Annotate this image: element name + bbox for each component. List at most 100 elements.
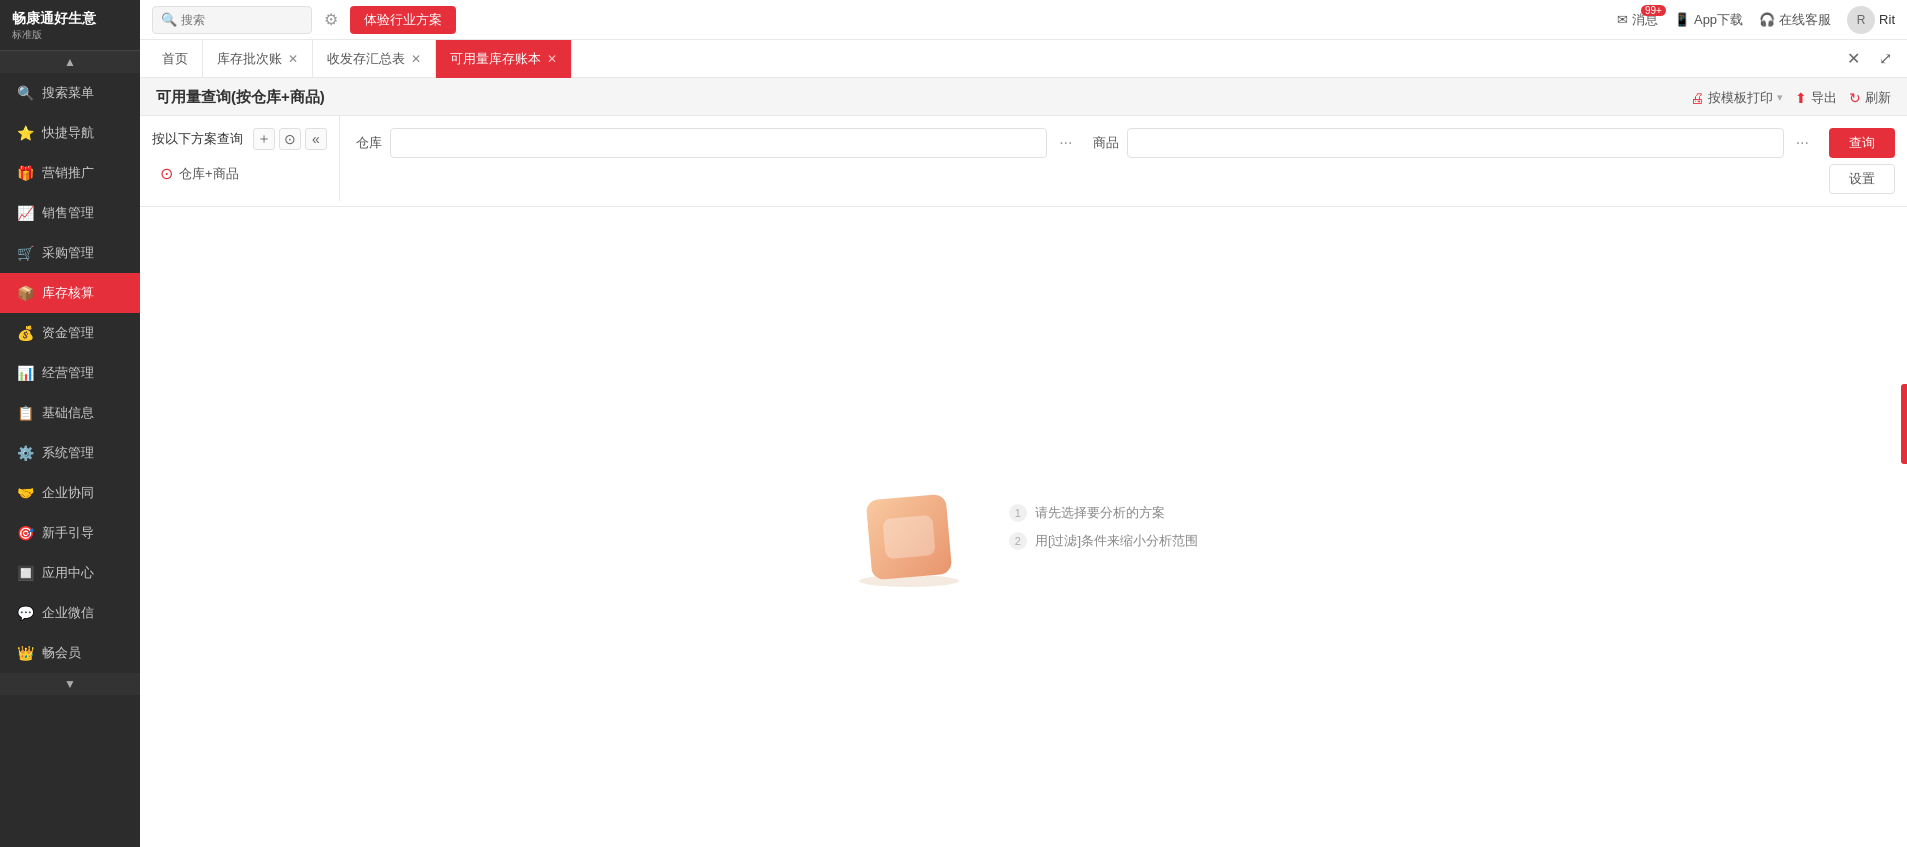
warehouse-label: 仓库 [356,134,382,152]
page-header: 可用量查询(按仓库+商品) 🖨 按模板打印 ▾ ⬆ 导出 ↻ 刷新 [140,78,1907,116]
tab-summary[interactable]: 收发存汇总表 ✕ [313,40,436,78]
online-service-label: 在线客服 [1779,11,1831,29]
search-input[interactable] [181,13,303,27]
sidebar-scroll-down[interactable]: ▼ [0,673,140,695]
sidebar-item-marketing[interactable]: 🎁 营销推广 [0,153,140,193]
clipboard-icon: 📋 [16,405,34,421]
sidebar-item-purchase[interactable]: 🛒 采购管理 [0,233,140,273]
settings-icon[interactable]: ⚙ [320,6,342,33]
username: Rit [1879,12,1895,27]
sidebar-item-apps[interactable]: 🔲 应用中心 [0,553,140,593]
tab-close-icon[interactable]: ✕ [288,52,298,66]
page-title: 可用量查询(按仓库+商品) [156,88,325,107]
right-sidebar-hint [1901,384,1907,464]
refresh-icon: ↻ [1849,90,1861,106]
sidebar-item-finance[interactable]: 💰 资金管理 [0,313,140,353]
empty-illustration [849,467,969,587]
headset-icon: 🎧 [1759,12,1775,27]
chat-icon: 💬 [16,605,34,621]
goods-input[interactable] [1127,128,1784,158]
scheme-icon: ⊙ [160,164,173,183]
sidebar-item-inventory[interactable]: 📦 库存核算 [0,273,140,313]
page-header-actions: 🖨 按模板打印 ▾ ⬆ 导出 ↻ 刷新 [1690,89,1891,107]
gift-icon: 🎁 [16,165,34,181]
sidebar-item-operation[interactable]: 📊 经营管理 [0,353,140,393]
setting-button[interactable]: 设置 [1829,164,1895,194]
goods-more-btn[interactable]: ··· [1792,134,1813,152]
filter-row-1: 仓库 ··· 商品 ··· [356,128,1813,158]
refresh-label: 刷新 [1865,89,1891,107]
close-tab-button[interactable]: ✕ [1839,45,1867,73]
industry-btn[interactable]: 体验行业方案 [350,6,456,34]
goods-label: 商品 [1093,134,1119,152]
sidebar-item-wechat[interactable]: 💬 企业微信 [0,593,140,633]
search-icon: 🔍 [161,12,177,27]
tabs-bar: 首页 库存批次账 ✕ 收发存汇总表 ✕ 可用量库存账本 ✕ ✕ ⤢ [140,40,1907,78]
bar-chart-icon: 📊 [16,365,34,381]
hint-text-1: 请先选择要分析的方案 [1035,504,1165,522]
sidebar-item-label: 新手引导 [42,524,94,542]
sidebar-item-basic[interactable]: 📋 基础信息 [0,393,140,433]
sidebar: 畅康通好生意 标准版 ▲ 🔍 搜索菜单 ⭐ 快捷导航 🎁 营销推广 📈 销售管理… [0,0,140,847]
sidebar-item-label: 快捷导航 [42,124,94,142]
print-btn[interactable]: 🖨 按模板打印 ▾ [1690,89,1783,107]
empty-hint-2: 2 用[过滤]条件来缩小分析范围 [1009,532,1198,550]
tab-close-icon[interactable]: ✕ [547,52,557,66]
scheme-label: 仓库+商品 [179,165,239,183]
chart-icon: 📈 [16,205,34,221]
sidebar-item-label: 企业微信 [42,604,94,622]
sidebar-item-label: 系统管理 [42,444,94,462]
export-btn[interactable]: ⬆ 导出 [1795,89,1837,107]
handshake-icon: 🤝 [16,485,34,501]
sidebar-item-label: 库存核算 [42,284,94,302]
filter-fields: 仓库 ··· 商品 ··· [340,116,1829,170]
add-scheme-btn[interactable]: ＋ [253,128,275,150]
messages-btn[interactable]: ✉ 消息 99+ [1617,11,1658,29]
tab-home[interactable]: 首页 [148,40,203,78]
app-download-btn[interactable]: 📱 App下载 [1674,11,1743,29]
filter-scheme-panel: 按以下方案查询 ＋ ⊙ « ⊙ 仓库+商品 [140,116,340,201]
gear-icon: ⚙️ [16,445,34,461]
tab-available[interactable]: 可用量库存账本 ✕ [436,40,572,78]
tab-label: 库存批次账 [217,50,282,68]
print-icon: 🖨 [1690,90,1704,106]
edit-scheme-btn[interactable]: ⊙ [279,128,301,150]
hint-text-2: 用[过滤]条件来缩小分析范围 [1035,532,1198,550]
scheme-item-warehouse-goods[interactable]: ⊙ 仓库+商品 [152,158,327,189]
tab-close-icon[interactable]: ✕ [411,52,421,66]
filter-scheme-title: 按以下方案查询 [152,130,243,148]
refresh-btn[interactable]: ↻ 刷新 [1849,89,1891,107]
sidebar-item-label: 应用中心 [42,564,94,582]
sidebar-item-member[interactable]: 👑 畅会员 [0,633,140,673]
sidebar-item-label: 资金管理 [42,324,94,342]
expand-tab-button[interactable]: ⤢ [1871,45,1899,73]
collapse-scheme-btn[interactable]: « [305,128,327,150]
empty-hint-1: 1 请先选择要分析的方案 [1009,504,1198,522]
sidebar-item-cooperation[interactable]: 🤝 企业协同 [0,473,140,513]
warehouse-input[interactable] [390,128,1047,158]
filter-field-goods: 商品 ··· [1093,128,1814,158]
sidebar-item-system[interactable]: ⚙️ 系统管理 [0,433,140,473]
empty-text: 1 请先选择要分析的方案 2 用[过滤]条件来缩小分析范围 [1009,504,1198,550]
online-service-btn[interactable]: 🎧 在线客服 [1759,11,1831,29]
tab-batch[interactable]: 库存批次账 ✕ [203,40,313,78]
sidebar-item-label: 采购管理 [42,244,94,262]
warehouse-more-btn[interactable]: ··· [1055,134,1076,152]
sidebar-item-label: 企业协同 [42,484,94,502]
chevron-down-icon[interactable]: ▾ [1777,91,1783,104]
tabs-actions: ✕ ⤢ [1839,45,1907,73]
export-label: 导出 [1811,89,1837,107]
sidebar-scroll-up[interactable]: ▲ [0,51,140,73]
empty-state: 1 请先选择要分析的方案 2 用[过滤]条件来缩小分析范围 [140,207,1907,847]
user-profile[interactable]: R Rit [1847,6,1895,34]
query-button[interactable]: 查询 [1829,128,1895,158]
sidebar-item-sales[interactable]: 📈 销售管理 [0,193,140,233]
app-subtitle: 标准版 [12,28,128,42]
sidebar-item-search[interactable]: 🔍 搜索菜单 [0,73,140,113]
sidebar-item-label: 营销推广 [42,164,94,182]
sidebar-item-label: 基础信息 [42,404,94,422]
search-box[interactable]: 🔍 [152,6,312,34]
sidebar-item-newbie[interactable]: 🎯 新手引导 [0,513,140,553]
sidebar-item-label: 搜索菜单 [42,84,94,102]
sidebar-item-shortcut[interactable]: ⭐ 快捷导航 [0,113,140,153]
